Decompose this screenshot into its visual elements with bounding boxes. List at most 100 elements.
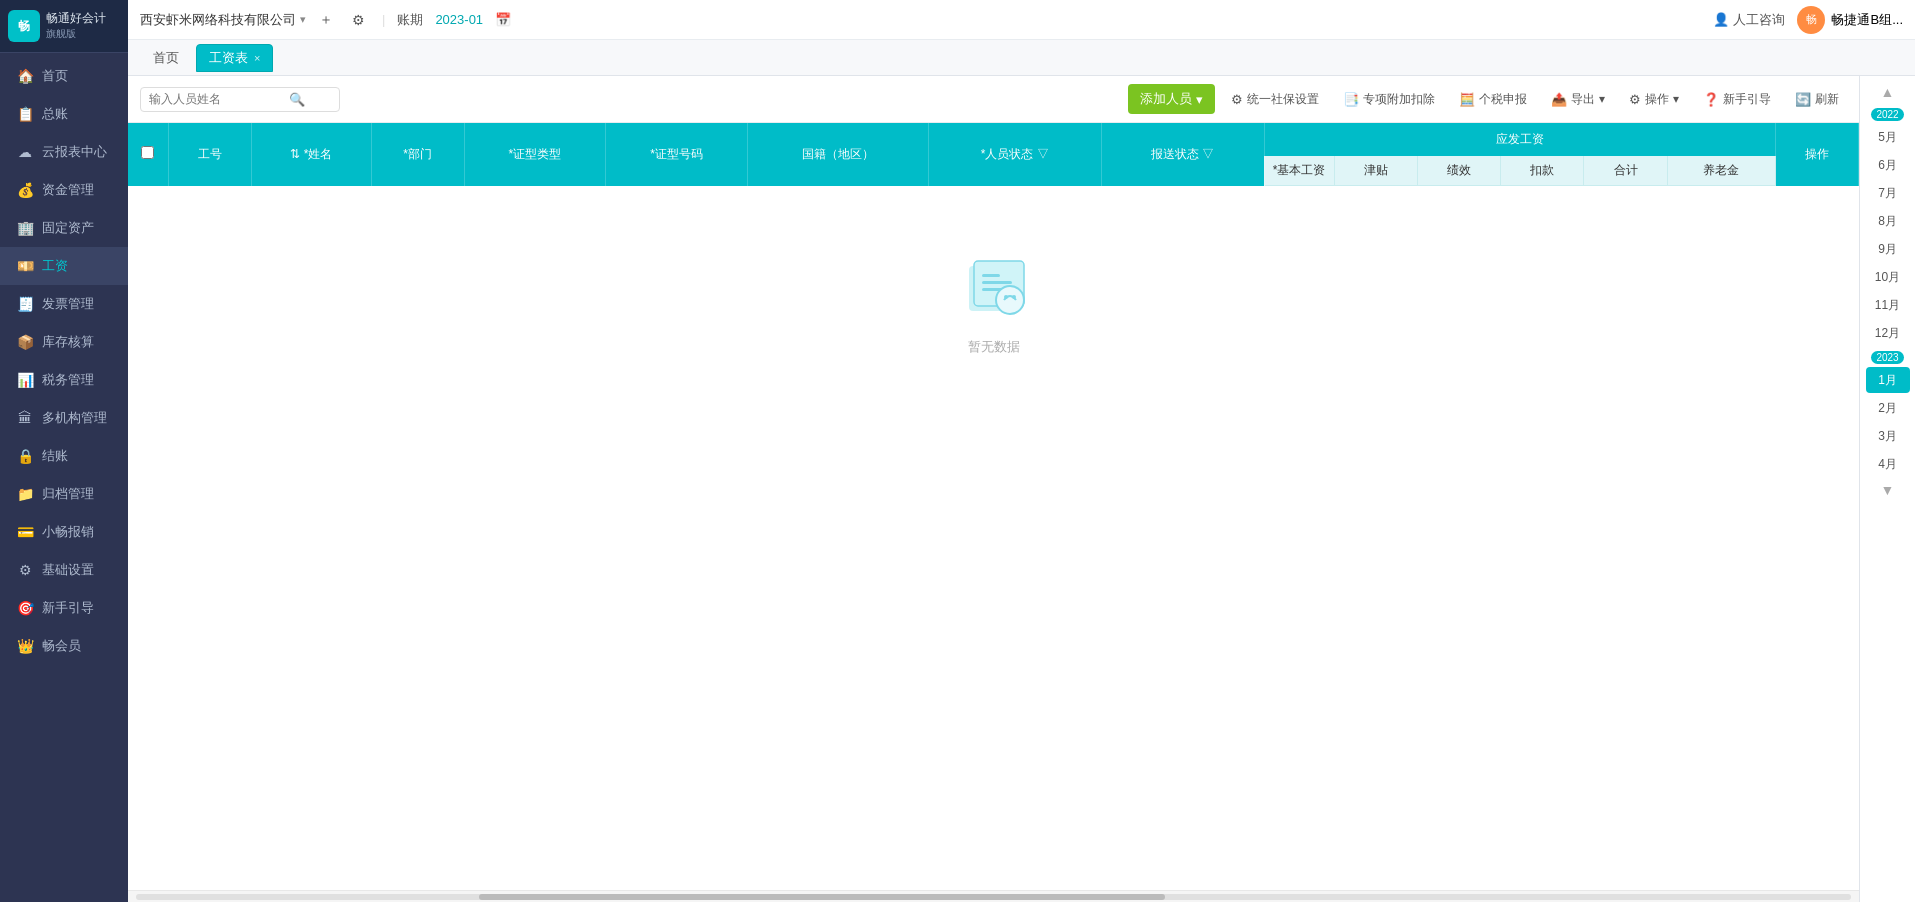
sidebar-item-salary[interactable]: 💴 工资: [0, 247, 128, 285]
sidebar-item-label: 结账: [42, 447, 68, 465]
svg-point-6: [1004, 295, 1008, 299]
month-202303[interactable]: 3月: [1866, 423, 1910, 449]
sidebar-item-invoice[interactable]: 🧾 发票管理: [0, 285, 128, 323]
month-202210[interactable]: 10月: [1866, 264, 1910, 290]
close-icon: 🔒: [16, 448, 34, 464]
sidebar-item-settings[interactable]: ⚙ 基础设置: [0, 551, 128, 589]
empty-state: 暂无数据: [128, 186, 1859, 416]
special-deduction-button[interactable]: 📑 专项附加扣除: [1335, 86, 1443, 113]
sidebar-item-close[interactable]: 🔒 结账: [0, 437, 128, 475]
sidebar-item-label: 归档管理: [42, 485, 94, 503]
deduction-label: 专项附加扣除: [1363, 91, 1435, 108]
month-202304[interactable]: 4月: [1866, 451, 1910, 477]
add-person-button[interactable]: 添加人员 ▾: [1128, 84, 1215, 114]
select-all-checkbox[interactable]: [141, 146, 154, 159]
sidebar-item-label: 工资: [42, 257, 68, 275]
export-button[interactable]: 📤 导出 ▾: [1543, 86, 1613, 113]
th-perf: 绩效: [1417, 156, 1500, 186]
service-icon: 👤: [1713, 12, 1729, 27]
sidebar-item-asset[interactable]: 🏢 固定资产: [0, 209, 128, 247]
table-wrap: 工号 ⇅ *姓名 *部门 *证型类型 *证型号码 国籍（地区） *人员状态 ▽: [128, 123, 1859, 890]
search-icon: 🔍: [289, 92, 305, 107]
company-name: 西安虾米网络科技有限公司: [140, 11, 296, 29]
expense-icon: 💳: [16, 524, 34, 540]
month-202301[interactable]: 1月: [1866, 367, 1910, 393]
horizontal-scrollbar[interactable]: [128, 890, 1859, 902]
app-logo-text: 畅通好会计 旗舰版: [46, 11, 106, 41]
sidebar-item-multi-org[interactable]: 🏛 多机构管理: [0, 399, 128, 437]
tab-salary-tab[interactable]: 工资表×: [196, 44, 273, 72]
calendar-icon[interactable]: 📅: [495, 12, 511, 27]
date-panel-next-icon[interactable]: ▼: [1876, 478, 1900, 502]
sidebar-item-home[interactable]: 🏠 首页: [0, 57, 128, 95]
date-panel-prev-icon[interactable]: ▲: [1876, 80, 1900, 104]
sidebar-item-guide[interactable]: 🎯 新手引导: [0, 589, 128, 627]
sidebar-item-label: 首页: [42, 67, 68, 85]
th-basic: *基本工资: [1264, 156, 1334, 186]
year-2022-badge: 2022: [1871, 108, 1903, 121]
period-label: 账期: [397, 11, 423, 29]
social-insurance-button[interactable]: ⚙ 统一社保设置: [1223, 86, 1327, 113]
sidebar-item-label: 税务管理: [42, 371, 94, 389]
month-202205[interactable]: 5月: [1866, 124, 1910, 150]
sidebar-item-expense[interactable]: 💳 小畅报销: [0, 513, 128, 551]
company-selector[interactable]: 西安虾米网络科技有限公司 ▾: [140, 11, 306, 29]
month-202206[interactable]: 6月: [1866, 152, 1910, 178]
settings-button[interactable]: ⚙: [346, 8, 370, 32]
action-button[interactable]: ⚙ 操作 ▾: [1621, 86, 1687, 113]
sidebar-item-label: 小畅报销: [42, 523, 94, 541]
salary-table: 工号 ⇅ *姓名 *部门 *证型类型 *证型号码 国籍（地区） *人员状态 ▽: [128, 123, 1859, 186]
month-202302[interactable]: 2月: [1866, 395, 1910, 421]
month-202212[interactable]: 12月: [1866, 320, 1910, 346]
sidebar-item-cloud-report[interactable]: ☁ 云报表中心: [0, 133, 128, 171]
user-name: 畅捷通B组...: [1831, 11, 1903, 29]
sidebar-item-archive[interactable]: 📁 归档管理: [0, 475, 128, 513]
add-person-label: 添加人员: [1140, 90, 1192, 108]
service-label: 人工咨询: [1733, 11, 1785, 29]
sidebar-item-inventory[interactable]: 📦 库存核算: [0, 323, 128, 361]
sidebar-item-member[interactable]: 👑 畅会员: [0, 627, 128, 665]
svg-rect-3: [982, 281, 1012, 284]
sidebar-item-label: 资金管理: [42, 181, 94, 199]
month-202211[interactable]: 11月: [1866, 292, 1910, 318]
sidebar-item-label: 固定资产: [42, 219, 94, 237]
svg-rect-2: [982, 274, 1000, 277]
add-company-button[interactable]: ＋: [314, 8, 338, 32]
tab-home-tab[interactable]: 首页: [140, 44, 192, 72]
month-202208[interactable]: 8月: [1866, 208, 1910, 234]
sidebar-item-label: 多机构管理: [42, 409, 107, 427]
refresh-button[interactable]: 🔄 刷新: [1787, 86, 1847, 113]
tab-label: 首页: [153, 49, 179, 67]
app-logo-icon: 畅: [8, 10, 40, 42]
deduction-icon: 📑: [1343, 92, 1359, 107]
settings-icon: ⚙: [16, 562, 34, 578]
ledger-icon: 📋: [16, 106, 34, 122]
month-202207[interactable]: 7月: [1866, 180, 1910, 206]
search-wrap[interactable]: 🔍: [140, 87, 340, 112]
personal-tax-button[interactable]: 🧮 个税申报: [1451, 86, 1535, 113]
invoice-icon: 🧾: [16, 296, 34, 312]
customer-service-button[interactable]: 👤 人工咨询: [1713, 11, 1785, 29]
user-avatar: 畅: [1797, 6, 1825, 34]
tab-close-icon[interactable]: ×: [254, 52, 260, 64]
th-checkbox[interactable]: [128, 123, 168, 186]
sidebar-logo: 畅 畅通好会计 旗舰版: [0, 0, 128, 53]
sidebar-item-label: 总账: [42, 105, 68, 123]
th-name[interactable]: ⇅ *姓名: [251, 123, 371, 186]
th-report-status[interactable]: 报送状态 ▽: [1101, 123, 1264, 186]
sidebar-item-ledger[interactable]: 📋 总账: [0, 95, 128, 133]
th-status[interactable]: *人员状态 ▽: [928, 123, 1101, 186]
scroll-track: [136, 894, 1851, 900]
scroll-thumb[interactable]: [479, 894, 1165, 900]
sidebar-item-fund[interactable]: 💰 资金管理: [0, 171, 128, 209]
month-202209[interactable]: 9月: [1866, 236, 1910, 262]
th-id-type: *证型类型: [464, 123, 606, 186]
toolbar-right: 添加人员 ▾ ⚙ 统一社保设置 📑 专项附加扣除 🧮 个税申报: [1128, 84, 1847, 114]
search-input[interactable]: [149, 92, 289, 106]
guide-button[interactable]: ❓ 新手引导: [1695, 86, 1779, 113]
sidebar-item-tax[interactable]: 📊 税务管理: [0, 361, 128, 399]
sidebar-item-label: 基础设置: [42, 561, 94, 579]
separator: |: [382, 12, 385, 27]
user-menu[interactable]: 畅 畅捷通B组...: [1797, 6, 1903, 34]
sidebar-item-label: 发票管理: [42, 295, 94, 313]
